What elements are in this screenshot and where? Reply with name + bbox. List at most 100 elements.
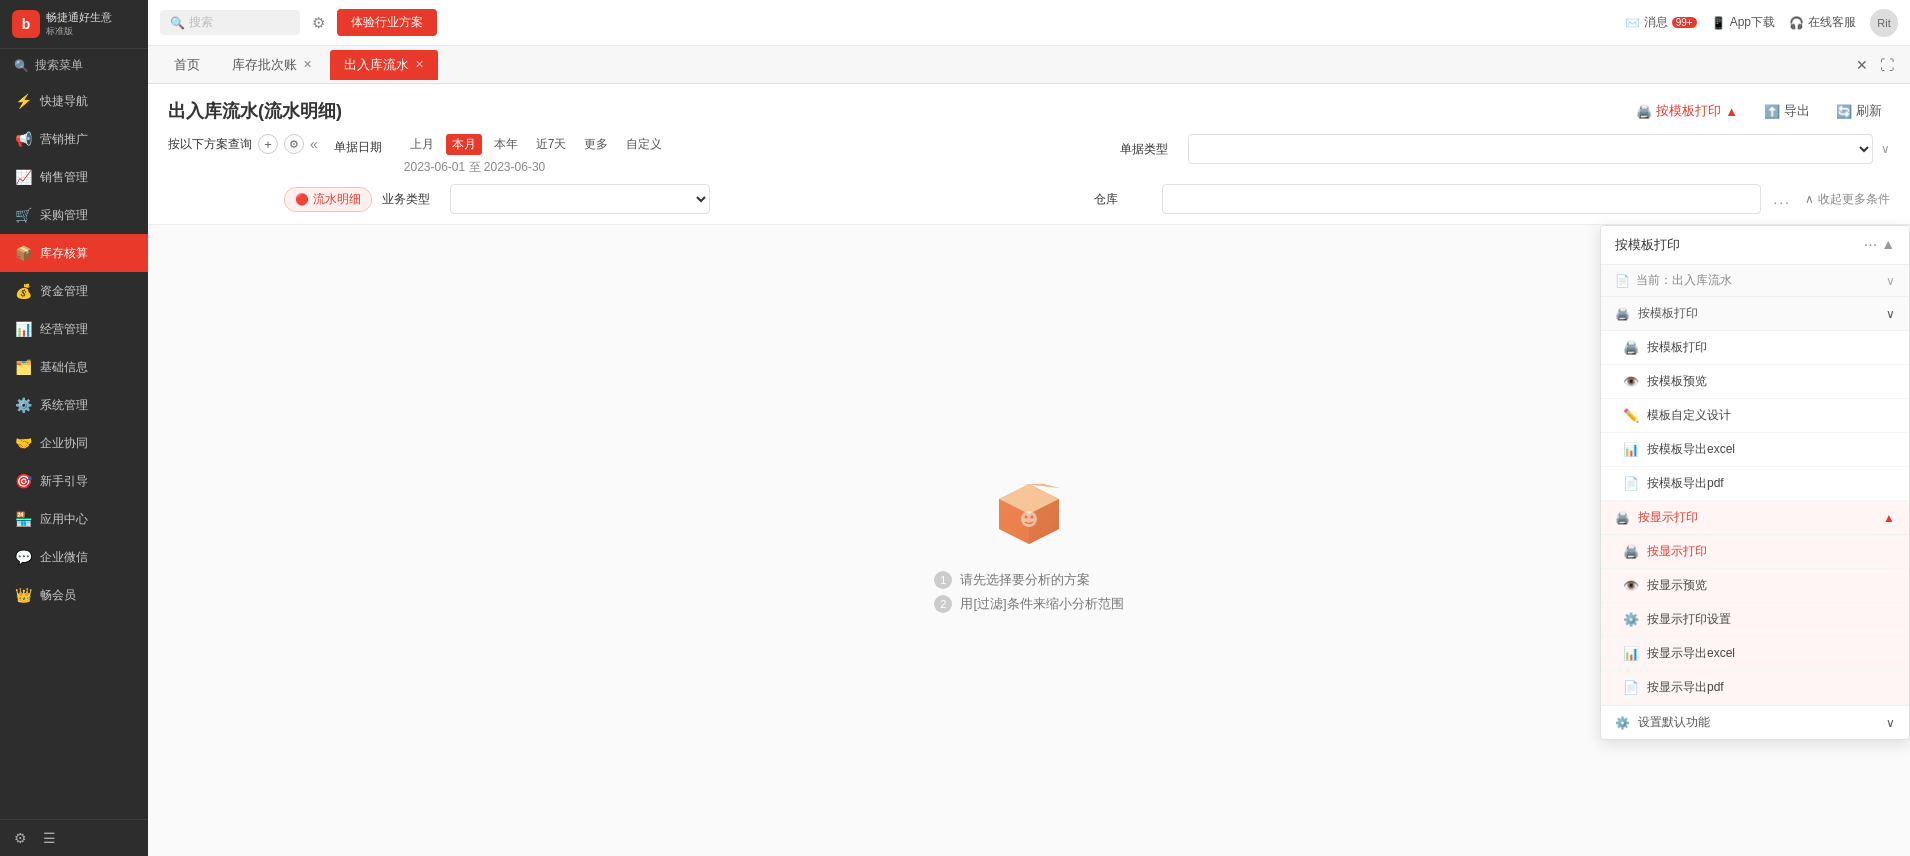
sidebar-item-label: 新手引导 <box>40 473 88 490</box>
dropdown-item-display-preview[interactable]: 👁️ 按显示预览 <box>1601 569 1909 603</box>
tab-in-out-flow-close[interactable]: ✕ <box>415 58 424 71</box>
date-last-7days-button[interactable]: 近7天 <box>530 134 573 155</box>
dropdown-item-display-settings[interactable]: ⚙️ 按显示打印设置 <box>1601 603 1909 637</box>
dropdown-more-icon[interactable]: ··· <box>1864 236 1877 254</box>
sidebar-item-marketing[interactable]: 📢 营销推广 <box>0 120 148 158</box>
sidebar-item-basic[interactable]: 🗂️ 基础信息 <box>0 348 148 386</box>
filter-collapse-button[interactable]: « <box>310 136 318 152</box>
app-download-item[interactable]: 📱 App下载 <box>1711 14 1775 31</box>
date-more-button[interactable]: 更多 <box>578 134 614 155</box>
step-2-number: 2 <box>934 595 952 613</box>
dropdown-collapse-icon[interactable]: ▲ <box>1881 236 1895 254</box>
date-this-year-button[interactable]: 本年 <box>488 134 524 155</box>
print-template-label: 按模板打印 <box>1656 102 1721 120</box>
sidebar-item-finance[interactable]: 💰 资金管理 <box>0 272 148 310</box>
system-icon: ⚙️ <box>14 396 32 414</box>
dropdown-item-display-excel[interactable]: 📊 按显示导出excel <box>1601 637 1909 671</box>
basic-icon: 🗂️ <box>14 358 32 376</box>
logo-icon: b <box>12 10 40 38</box>
sidebar-item-quick-nav[interactable]: ⚡ 快捷导航 <box>0 82 148 120</box>
sidebar-search[interactable]: 🔍 搜索菜单 <box>0 49 148 82</box>
tab-batch-account[interactable]: 库存批次账 ✕ <box>218 50 326 80</box>
sidebar-item-purchase[interactable]: 🛒 采购管理 <box>0 196 148 234</box>
sidebar-item-label: 经营管理 <box>40 321 88 338</box>
dropdown-item-template-excel[interactable]: 📊 按模板导出excel <box>1601 433 1909 467</box>
close-all-tabs-button[interactable]: ✕ <box>1852 53 1872 77</box>
dropdown-item-template-design[interactable]: ✏️ 模板自定义设计 <box>1601 399 1909 433</box>
enterprise-icon: 🤝 <box>14 434 32 452</box>
sidebar-item-app-center[interactable]: 🏪 应用中心 <box>0 500 148 538</box>
sidebar-item-guide[interactable]: 🎯 新手引导 <box>0 462 148 500</box>
dropdown-footer[interactable]: ⚙️ 设置默认功能 ∨ <box>1601 705 1909 739</box>
step-1-number: 1 <box>934 571 952 589</box>
filter-settings-button[interactable]: ⚙ <box>284 134 304 154</box>
app-center-icon: 🏪 <box>14 510 32 528</box>
doc-type-dropdown-icon: ∨ <box>1881 142 1890 156</box>
industry-solution-button[interactable]: 体验行业方案 <box>337 9 437 36</box>
sidebar-item-inventory[interactable]: 📦 库存核算 <box>0 234 148 272</box>
dropdown-item-template-pdf[interactable]: 📄 按模板导出pdf <box>1601 467 1909 501</box>
topbar: 🔍 搜索 ⚙ 体验行业方案 ✉️ 消息 99+ 📱 App下载 🎧 在线客服 R… <box>148 0 1910 46</box>
doc-type-select[interactable] <box>1188 134 1873 164</box>
dropdown-item-display-print[interactable]: 🖨️ 按显示打印 <box>1601 535 1909 569</box>
filter-add-button[interactable]: + <box>258 134 278 154</box>
date-custom-button[interactable]: 自定义 <box>620 134 668 155</box>
doc-type-section: 单据类型 ∨ <box>1120 134 1890 164</box>
empty-steps: 1 请先选择要分析的方案 2 用[过滤]条件来缩小分析范围 <box>934 571 1123 613</box>
sidebar-item-system[interactable]: ⚙️ 系统管理 <box>0 386 148 424</box>
sidebar-item-enterprise[interactable]: 🤝 企业协同 <box>0 424 148 462</box>
headset-icon: 🎧 <box>1789 16 1804 30</box>
sidebar-item-member[interactable]: 👑 畅会员 <box>0 576 148 614</box>
sidebar-item-wechat[interactable]: 💬 企业微信 <box>0 538 148 576</box>
refresh-button[interactable]: 🔄 刷新 <box>1828 98 1890 124</box>
template-print-section-header[interactable]: 🖨️ 按模板打印 ∨ <box>1601 297 1909 331</box>
tab-in-out-flow-label: 出入库流水 <box>344 56 409 74</box>
user-avatar-item[interactable]: Rit <box>1870 9 1898 37</box>
topbar-search-box[interactable]: 🔍 搜索 <box>160 10 300 35</box>
date-last-month-button[interactable]: 上月 <box>404 134 440 155</box>
business-type-select[interactable] <box>450 184 710 214</box>
online-service-label: 在线客服 <box>1808 14 1856 31</box>
maximize-button[interactable]: ⛶ <box>1876 53 1898 77</box>
sidebar-item-label: 基础信息 <box>40 359 88 376</box>
filter-chip[interactable]: 🔴 流水明细 <box>284 187 372 212</box>
item-preview-icon: 👁️ <box>1623 374 1639 390</box>
phone-icon: 📱 <box>1711 16 1726 30</box>
collapse-more-label: 收起更多条件 <box>1818 191 1890 208</box>
current-arrow-icon[interactable]: ∨ <box>1886 274 1895 288</box>
sidebar-item-operations[interactable]: 📊 经营管理 <box>0 310 148 348</box>
tab-batch-account-label: 库存批次账 <box>232 56 297 74</box>
collapse-sidebar-icon[interactable]: ☰ <box>43 830 56 846</box>
display-print-section-header[interactable]: 🖨️ 按显示打印 ▲ <box>1601 501 1909 535</box>
sidebar-item-sales[interactable]: 📈 销售管理 <box>0 158 148 196</box>
topbar-gear-button[interactable]: ⚙ <box>308 10 329 36</box>
dropdown-item-display-pdf[interactable]: 📄 按显示导出pdf <box>1601 671 1909 705</box>
sidebar-item-label: 资金管理 <box>40 283 88 300</box>
export-button[interactable]: ⬆️ 导出 <box>1756 98 1818 124</box>
finance-icon: 💰 <box>14 282 32 300</box>
date-filter-section: 单据日期 上月 本月 本年 近7天 更多 自定义 2023-06-01 至 20… <box>334 134 1104 176</box>
dropdown-item-template-preview[interactable]: 👁️ 按模板预览 <box>1601 365 1909 399</box>
dropdown-item-template-print[interactable]: 🖨️ 按模板打印 <box>1601 331 1909 365</box>
display-print-header-label: 按显示打印 <box>1638 509 1698 526</box>
footer-settings-icon: ⚙️ <box>1615 716 1630 730</box>
settings-footer-icon[interactable]: ⚙ <box>14 830 27 846</box>
footer-label: 设置默认功能 <box>1638 714 1710 731</box>
collapse-more-button[interactable]: ∧ 收起更多条件 <box>1805 191 1890 208</box>
tab-batch-account-close[interactable]: ✕ <box>303 58 312 71</box>
quick-nav-icon: ⚡ <box>14 92 32 110</box>
online-service-item[interactable]: 🎧 在线客服 <box>1789 14 1856 31</box>
tab-in-out-flow[interactable]: 出入库流水 ✕ <box>330 50 438 80</box>
warehouse-input[interactable] <box>1162 184 1762 214</box>
collapse-chevron-icon: ∧ <box>1805 192 1814 206</box>
svg-point-5 <box>1021 511 1037 527</box>
content-area: 1 请先选择要分析的方案 2 用[过滤]条件来缩小分析范围 按模板打印 ··· <box>148 224 1910 856</box>
print-template-button[interactable]: 🖨️ 按模板打印 ▲ <box>1628 98 1746 124</box>
main-content: 🔍 搜索 ⚙ 体验行业方案 ✉️ 消息 99+ 📱 App下载 🎧 在线客服 R… <box>148 0 1910 856</box>
date-this-month-button[interactable]: 本月 <box>446 134 482 155</box>
message-item[interactable]: ✉️ 消息 99+ <box>1625 14 1697 31</box>
page-header: 出入库流水(流水明细) 🖨️ 按模板打印 ▲ ⬆️ 导出 🔄 刷新 <box>148 84 1910 124</box>
warehouse-more-button[interactable]: ... <box>1769 191 1795 207</box>
tab-home[interactable]: 首页 <box>160 50 214 80</box>
svg-point-7 <box>1030 515 1033 518</box>
